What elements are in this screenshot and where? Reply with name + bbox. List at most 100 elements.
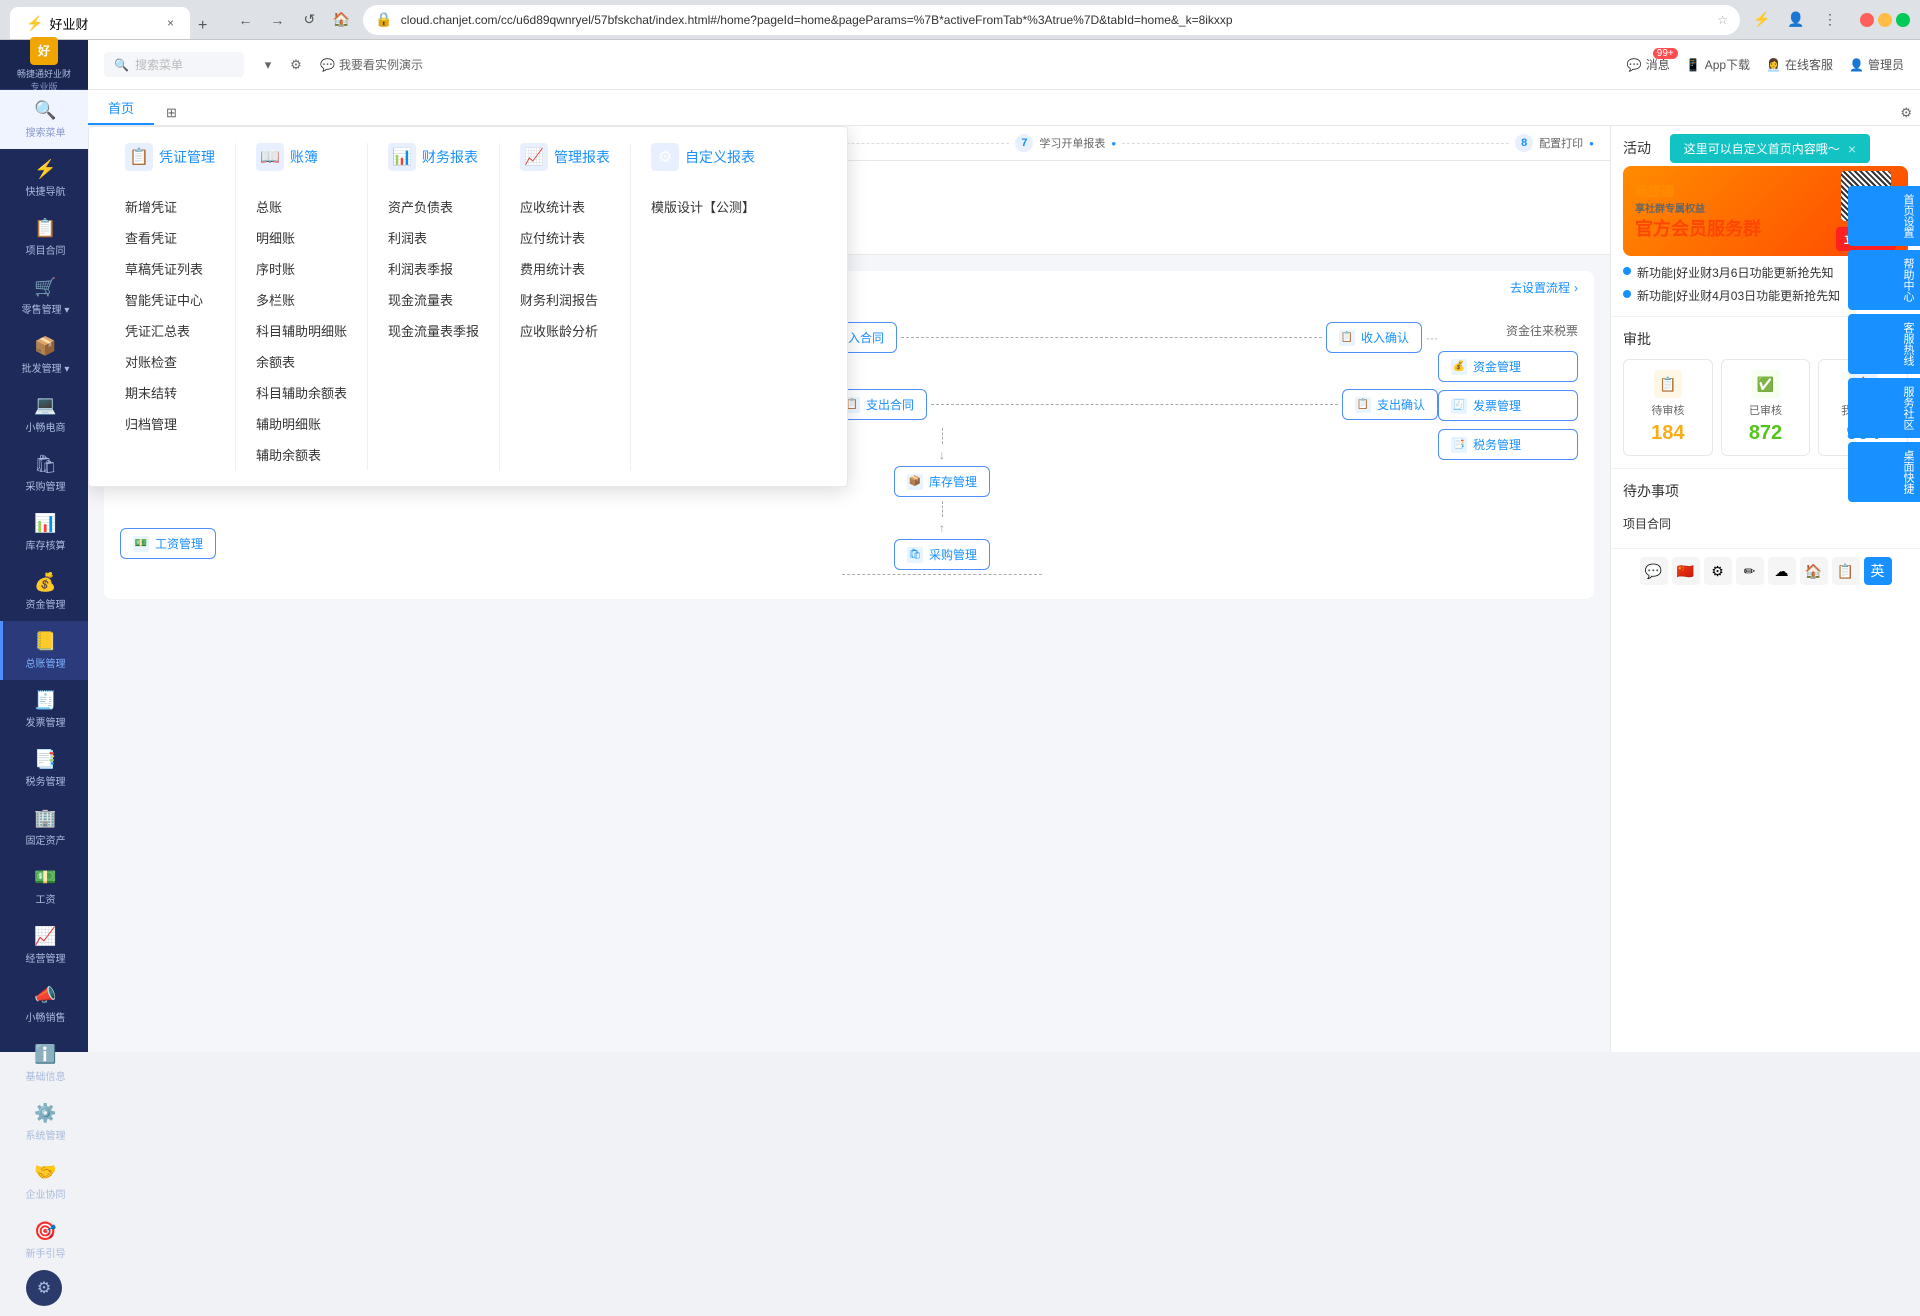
sidebar-item-salary[interactable]: 💵 工资 <box>0 857 88 916</box>
menu-item-profit-quarterly[interactable]: 利润表季报 <box>388 253 479 284</box>
bottom-icon-6[interactable]: 🏠 <box>1800 557 1828 585</box>
menu-item-aux-balance[interactable]: 辅助余额表 <box>256 439 347 470</box>
menu-item-receivable-stats[interactable]: 应收统计表 <box>520 191 610 222</box>
sidebar-item-retail[interactable]: 🛒 零售管理 ▾ <box>0 267 88 326</box>
approval-card-approved[interactable]: ✅ 已审核 872 <box>1721 359 1811 456</box>
sidebar-item-search[interactable]: 🔍 搜索菜单 <box>0 90 88 149</box>
menu-item-ar-aging[interactable]: 应收账龄分析 <box>520 315 610 346</box>
menu-item-profit[interactable]: 利润表 <box>388 222 479 253</box>
approval-card-pending[interactable]: 📋 待审核 184 <box>1623 359 1713 456</box>
menu-item-cashflow-quarterly[interactable]: 现金流量表季报 <box>388 315 479 346</box>
tab-close-btn[interactable]: × <box>167 16 174 30</box>
bottom-icon-5[interactable]: ☁ <box>1768 557 1796 585</box>
bottom-icon-4[interactable]: ✏ <box>1736 557 1764 585</box>
menu-item-cashflow[interactable]: 现金流量表 <box>388 284 479 315</box>
sidebar-item-system[interactable]: ⚙️ 系统管理 <box>0 1093 88 1152</box>
app-download-button[interactable]: 📱 App下载 <box>1686 56 1750 73</box>
sidebar-item-purchase[interactable]: 🛍 采购管理 <box>0 444 88 503</box>
bottom-icon-8[interactable]: 英 <box>1864 557 1892 585</box>
sidebar-settings-button[interactable]: ⚙ <box>26 1270 62 1306</box>
address-bar[interactable]: 🔒 cloud.chanjet.com/cc/u6d89qwnryel/57bf… <box>363 5 1740 35</box>
sidebar-item-fund[interactable]: 💰 资金管理 <box>0 562 88 621</box>
menu-item-detail-ledger[interactable]: 明细账 <box>256 222 347 253</box>
menu-item-subject-aux-balance[interactable]: 科目辅助余额表 <box>256 377 347 408</box>
sidebar-item-inventory[interactable]: 📊 库存核算 <box>0 503 88 562</box>
homepage-settings-btn[interactable]: 首页设置 <box>1848 186 1920 246</box>
win-maximize-btn[interactable] <box>1896 13 1910 27</box>
reload-button[interactable]: ↺ <box>295 6 323 34</box>
sidebar-item-ecommerce[interactable]: 💻 小畅电商 <box>0 385 88 444</box>
bottom-icon-2[interactable]: 🇨🇳 <box>1672 557 1700 585</box>
menu-item-voucher-summary[interactable]: 凭证汇总表 <box>125 315 215 346</box>
sidebar-item-operations[interactable]: 📈 经营管理 <box>0 916 88 975</box>
menu-item-template-design[interactable]: 模版设计【公测】 <box>651 191 755 222</box>
todo-item-project-contract[interactable]: 项目合同 <box>1623 511 1908 536</box>
menu-item-balance[interactable]: 资产负债表 <box>388 191 479 222</box>
sidebar-item-fixed-assets[interactable]: 🏢 固定资产 <box>0 798 88 857</box>
sidebar-item-basic-info[interactable]: ℹ️ 基础信息 <box>0 1034 88 1093</box>
sidebar-item-project-contract[interactable]: 📋 项目合同 <box>0 208 88 267</box>
menu-item-archive[interactable]: 归档管理 <box>125 408 215 439</box>
header-settings-icon[interactable]: ⚙ <box>284 53 308 77</box>
sidebar-item-wholesale[interactable]: 📦 批发管理 ▾ <box>0 326 88 385</box>
active-tab[interactable]: ⚡ 好业财 × <box>10 7 190 39</box>
menu-item-payable-stats[interactable]: 应付统计表 <box>520 222 610 253</box>
flow-node-fund-mgmt[interactable]: 💰 资金管理 <box>1438 351 1578 382</box>
sidebar-item-marketing[interactable]: 📣 小畅销售 <box>0 975 88 1034</box>
flow-node-salary[interactable]: 💵 工资管理 <box>120 528 216 559</box>
menu-btn[interactable]: ⋮ <box>1816 6 1844 34</box>
menu-item-balance-sheet[interactable]: 余额表 <box>256 346 347 377</box>
tab-expand-icon[interactable]: ⊞ <box>158 101 185 125</box>
help-center-btn[interactable]: 帮助中心 <box>1848 250 1920 310</box>
desktop-shortcut-btn[interactable]: 桌面快捷 <box>1848 442 1920 502</box>
flow-node-tax-mgmt[interactable]: 📑 税务管理 <box>1438 429 1578 460</box>
menu-item-draft-voucher-list[interactable]: 草稿凭证列表 <box>125 253 215 284</box>
online-service-button[interactable]: 👩‍💼 在线客服 <box>1766 56 1833 73</box>
sidebar-item-general-ledger[interactable]: 📒 总账管理 <box>0 621 88 680</box>
header-search-box[interactable]: 🔍 搜索菜单 <box>104 52 244 77</box>
menu-item-subject-aux-detail[interactable]: 科目辅助明细账 <box>256 315 347 346</box>
flow-node-expense-confirm[interactable]: 📋 支出确认 <box>1342 389 1438 420</box>
service-community-btn[interactable]: 服务社区 <box>1848 378 1920 438</box>
tab-settings-icon[interactable]: ⚙ <box>1892 101 1920 125</box>
back-button[interactable]: ← <box>231 6 259 34</box>
win-close-btn[interactable] <box>1860 13 1874 27</box>
menu-item-period-end[interactable]: 期末结转 <box>125 377 215 408</box>
sidebar-item-corp-coop[interactable]: 🤝 企业协同 <box>0 1152 88 1211</box>
flow-node-income-confirm[interactable]: 📋 收入确认 <box>1326 322 1422 353</box>
menu-item-aux-detail[interactable]: 辅助明细账 <box>256 408 347 439</box>
menu-item-reconciliation[interactable]: 对账检查 <box>125 346 215 377</box>
sidebar-item-tax[interactable]: 📑 税务管理 <box>0 739 88 798</box>
sidebar-item-new-guide[interactable]: 🎯 新手引导 <box>0 1211 88 1270</box>
header-nav-chevron[interactable]: ▾ <box>256 53 280 77</box>
menu-item-view-voucher[interactable]: 查看凭证 <box>125 222 215 253</box>
win-minimize-btn[interactable] <box>1878 13 1892 27</box>
menu-item-multi-column[interactable]: 多栏账 <box>256 284 347 315</box>
menu-item-smart-voucher[interactable]: 智能凭证中心 <box>125 284 215 315</box>
sidebar-item-invoice[interactable]: 🧾 发票管理 <box>0 680 88 739</box>
set-flow-button[interactable]: 去设置流程 › <box>1510 279 1578 296</box>
profile-btn[interactable]: 👤 <box>1782 6 1810 34</box>
sidebar-item-quick-nav[interactable]: ⚡ 快捷导航 <box>0 149 88 208</box>
bookmark-icon[interactable]: ☆ <box>1717 13 1728 27</box>
flow-node-invoice-mgmt[interactable]: 🧾 发票管理 <box>1438 390 1578 421</box>
menu-item-expense-stats[interactable]: 费用统计表 <box>520 253 610 284</box>
tip-close-btn[interactable]: × <box>1848 141 1856 157</box>
new-tab-button[interactable]: + <box>190 13 215 39</box>
user-profile-button[interactable]: 👤 管理员 <box>1849 56 1904 73</box>
extension-btn[interactable]: ⚡ <box>1748 6 1776 34</box>
bottom-icon-1[interactable]: 💬 <box>1640 557 1668 585</box>
forward-button[interactable]: → <box>263 6 291 34</box>
menu-item-add-voucher[interactable]: 新增凭证 <box>125 191 215 222</box>
demo-link[interactable]: 💬 我要看实例演示 <box>320 56 423 73</box>
menu-item-chronological[interactable]: 序时账 <box>256 253 347 284</box>
bottom-icon-7[interactable]: 📋 <box>1832 557 1860 585</box>
menu-item-profit-report[interactable]: 财务利润报告 <box>520 284 610 315</box>
flow-node-purchase[interactable]: 🛍 采购管理 <box>894 539 990 570</box>
flow-node-inventory[interactable]: 📦 库存管理 <box>894 466 990 497</box>
tab-home[interactable]: 首页 <box>88 92 154 125</box>
home-button[interactable]: 🏠 <box>327 6 355 34</box>
menu-item-general-ledger[interactable]: 总账 <box>256 191 347 222</box>
bottom-icon-3[interactable]: ⚙ <box>1704 557 1732 585</box>
message-button[interactable]: 💬 消息 99+ <box>1627 56 1670 73</box>
